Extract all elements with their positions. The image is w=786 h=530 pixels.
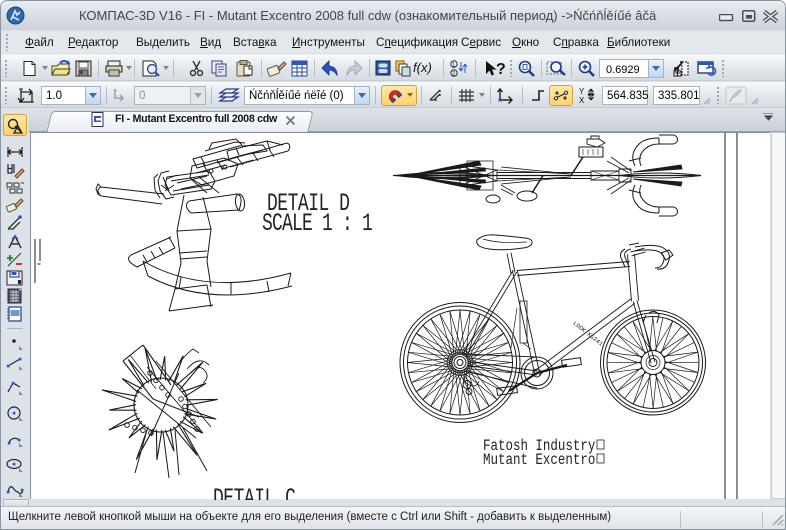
svg-text:SCALE 1 : 1: SCALE 1 : 1: [262, 209, 372, 238]
svg-text:LOOK KG241: LOOK KG241: [572, 320, 605, 348]
svg-text:X: X: [579, 96, 585, 104]
svg-text:?: ?: [496, 61, 506, 77]
svg-text:Mutant Excentro: Mutant Excentro: [483, 452, 595, 470]
svg-text:1: 1: [452, 63, 456, 69]
svg-text:Y: Y: [579, 87, 585, 96]
svg-text:DETAIL C: DETAIL C: [213, 484, 296, 500]
